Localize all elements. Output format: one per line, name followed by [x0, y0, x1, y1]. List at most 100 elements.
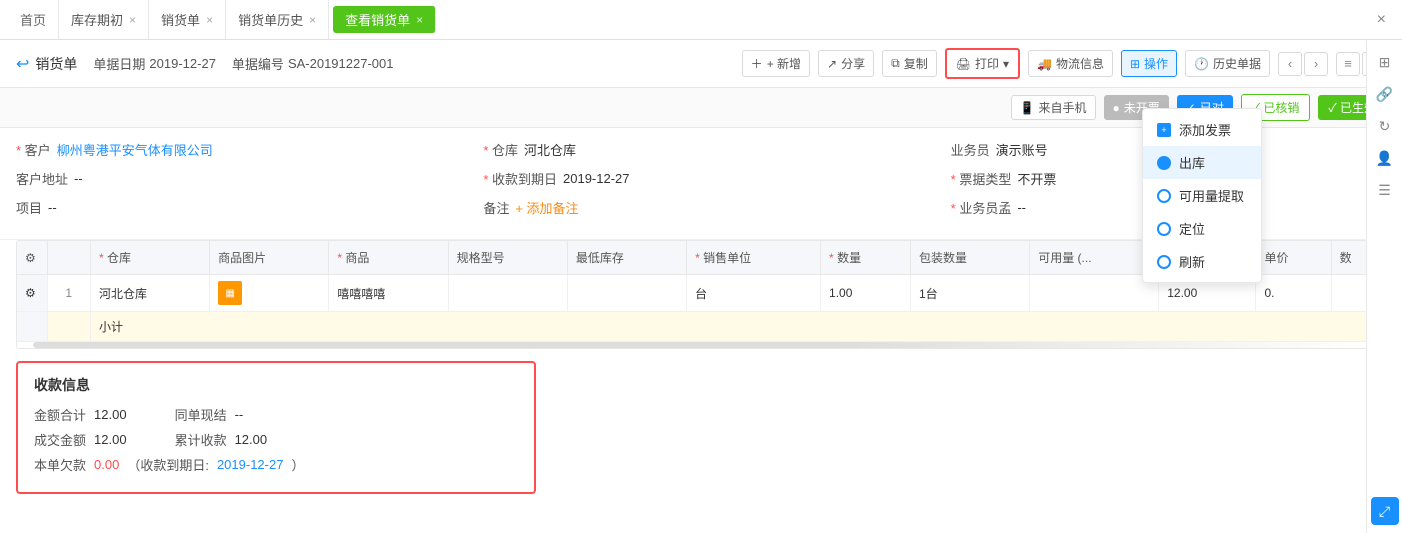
from-phone-button[interactable]: 📱 来自手机	[1011, 95, 1096, 120]
operations-button[interactable]: ⊞ 操作	[1121, 50, 1177, 77]
row-unit-price: 0.	[1256, 275, 1331, 312]
tab-sales-history-label: 销货单历史	[238, 10, 303, 29]
row-num: 1	[47, 275, 90, 312]
product-img-icon: ▦	[225, 288, 234, 299]
salesperson-value: --	[1017, 200, 1026, 215]
print-dropdown-arrow: ▾	[1003, 57, 1009, 71]
row-pack-qty: 1台	[910, 275, 1029, 312]
outbound-item[interactable]: 出库	[1143, 146, 1261, 179]
col-available: 可用量 (...	[1030, 241, 1159, 275]
add-button[interactable]: ＋ + 新增	[742, 50, 810, 77]
row-product: 嘻嘻嘻嘻	[329, 275, 448, 312]
subtotal-label: 小计	[90, 312, 1384, 342]
row-available	[1030, 275, 1159, 312]
logistics-button[interactable]: 🚚 物流信息	[1028, 50, 1113, 77]
col-gear: ⚙	[17, 241, 47, 275]
next-arrow[interactable]: ›	[1304, 52, 1328, 76]
tab-view-sales-close[interactable]: ×	[416, 13, 423, 27]
payment-row-2: 成交金额 12.00 累计收款 12.00	[34, 430, 518, 449]
row-spec	[448, 275, 567, 312]
col-product-img: 商品图片	[210, 241, 329, 275]
owed-note-close: ）	[291, 455, 304, 474]
col-sales-unit: 销售单位	[687, 241, 821, 275]
subtotal-num	[47, 312, 90, 342]
staff-label: 业务员	[951, 140, 990, 159]
tab-inventory-start[interactable]: 库存期初 ×	[59, 0, 149, 39]
project-label: 项目	[16, 198, 42, 217]
total-amount-label: 金额合计	[34, 405, 86, 424]
global-close-button[interactable]: ×	[1369, 11, 1394, 29]
payment-section: 收款信息 金额合计 12.00 同单现结 -- 成交金额 12.00 累计收款 …	[16, 361, 536, 494]
owed-note: （收款到期日:	[127, 455, 209, 474]
salesperson-label: 业务员孟	[951, 198, 1012, 217]
add-icon: ＋	[751, 55, 763, 72]
available-qty-item[interactable]: 可用量提取	[1143, 179, 1261, 212]
address-field: 客户地址 --	[16, 169, 451, 188]
history-icon: 🕐	[1194, 57, 1209, 71]
truck-icon: 🚚	[1037, 57, 1052, 71]
doc-header: ↩ 销货单 单据日期 2019-12-27 单据编号 SA-20191227-0…	[0, 40, 1402, 88]
refresh-item[interactable]: 刷新	[1143, 245, 1261, 278]
history-button[interactable]: 🕐 历史单据	[1185, 50, 1270, 77]
tab-view-sales[interactable]: 查看销货单 ×	[333, 6, 436, 33]
col-min-stock: 最低库存	[567, 241, 686, 275]
col-spec: 规格型号	[448, 241, 567, 275]
locate-label: 定位	[1179, 219, 1205, 238]
note-add-button[interactable]: + 添加备注	[515, 198, 578, 217]
tab-sales-order-close[interactable]: ×	[206, 13, 213, 27]
transaction-label: 成交金额	[34, 430, 86, 449]
doc-type-icon: ↩	[16, 54, 29, 74]
print-button[interactable]: 🖨 打印 ▾	[948, 51, 1017, 76]
tab-inventory-close[interactable]: ×	[129, 13, 136, 27]
col-unit-price: 单价	[1256, 241, 1331, 275]
doc-number-label: 单据编号 SA-20191227-001	[232, 54, 394, 73]
payment-title: 收款信息	[34, 375, 518, 395]
tab-bar: 首页 库存期初 × 销货单 × 销货单历史 × 查看销货单 × ×	[0, 0, 1402, 40]
customer-value[interactable]: 柳州粤港平安气体有限公司	[57, 140, 213, 159]
available-qty-label: 可用量提取	[1179, 186, 1244, 205]
right-sidebar: ⊞ 🔗 ↻ 👤 ☰ ⤢	[1366, 40, 1402, 533]
note-label: 备注	[483, 198, 509, 217]
due-date-field: 收款到期日 2019-12-27	[483, 169, 918, 188]
cumulative-value: 12.00	[235, 432, 268, 447]
sidebar-link-icon[interactable]: 🔗	[1371, 80, 1399, 108]
project-value: --	[48, 200, 57, 215]
sidebar-grid-icon[interactable]: ⊞	[1371, 48, 1399, 76]
locate-icon	[1157, 222, 1171, 236]
outbound-label: 出库	[1179, 153, 1205, 172]
tab-sales-history-close[interactable]: ×	[309, 13, 316, 27]
transaction-item: 成交金额 12.00	[34, 430, 127, 449]
row-warehouse: 河北仓库	[90, 275, 209, 312]
sidebar-refresh-icon[interactable]: ↻	[1371, 112, 1399, 140]
warehouse-label: 仓库	[483, 140, 518, 159]
share-button[interactable]: ↗ 分享	[818, 50, 874, 77]
prev-arrow[interactable]: ‹	[1278, 52, 1302, 76]
sidebar-user-icon[interactable]: 👤	[1371, 144, 1399, 172]
col-pack-qty: 包装数量	[910, 241, 1029, 275]
tab-home[interactable]: 首页	[8, 0, 59, 39]
col-num	[47, 241, 90, 275]
grid-icon: ⊞	[1130, 57, 1140, 71]
refresh-icon	[1157, 255, 1171, 269]
cumulative-label: 累计收款	[175, 430, 227, 449]
row-gear[interactable]: ⚙	[17, 275, 47, 312]
copy-button[interactable]: ⧉ 复制	[882, 50, 937, 77]
due-date-value: 2019-12-27	[563, 171, 630, 186]
list-view-btn[interactable]: ≡	[1336, 52, 1360, 76]
add-invoice-item[interactable]: + 添加发票	[1143, 113, 1261, 146]
scroll-hint	[33, 342, 1369, 348]
owed-date: 2019-12-27	[217, 457, 284, 472]
row-min-stock	[567, 275, 686, 312]
row-quantity: 1.00	[821, 275, 911, 312]
tab-sales-order[interactable]: 销货单 ×	[149, 0, 226, 39]
tab-inventory-label: 库存期初	[71, 10, 123, 29]
invoice-type-label: 票据类型	[951, 169, 1012, 188]
tab-sales-history[interactable]: 销货单历史 ×	[226, 0, 329, 39]
address-label: 客户地址	[16, 169, 68, 188]
row-product-img: ▦	[210, 275, 329, 312]
print-icon: 🖨	[956, 57, 971, 71]
sidebar-list-icon[interactable]: ☰	[1371, 176, 1399, 204]
sidebar-expand-icon[interactable]: ⤢	[1371, 497, 1399, 525]
locate-item[interactable]: 定位	[1143, 212, 1261, 245]
transaction-value: 12.00	[94, 432, 127, 447]
